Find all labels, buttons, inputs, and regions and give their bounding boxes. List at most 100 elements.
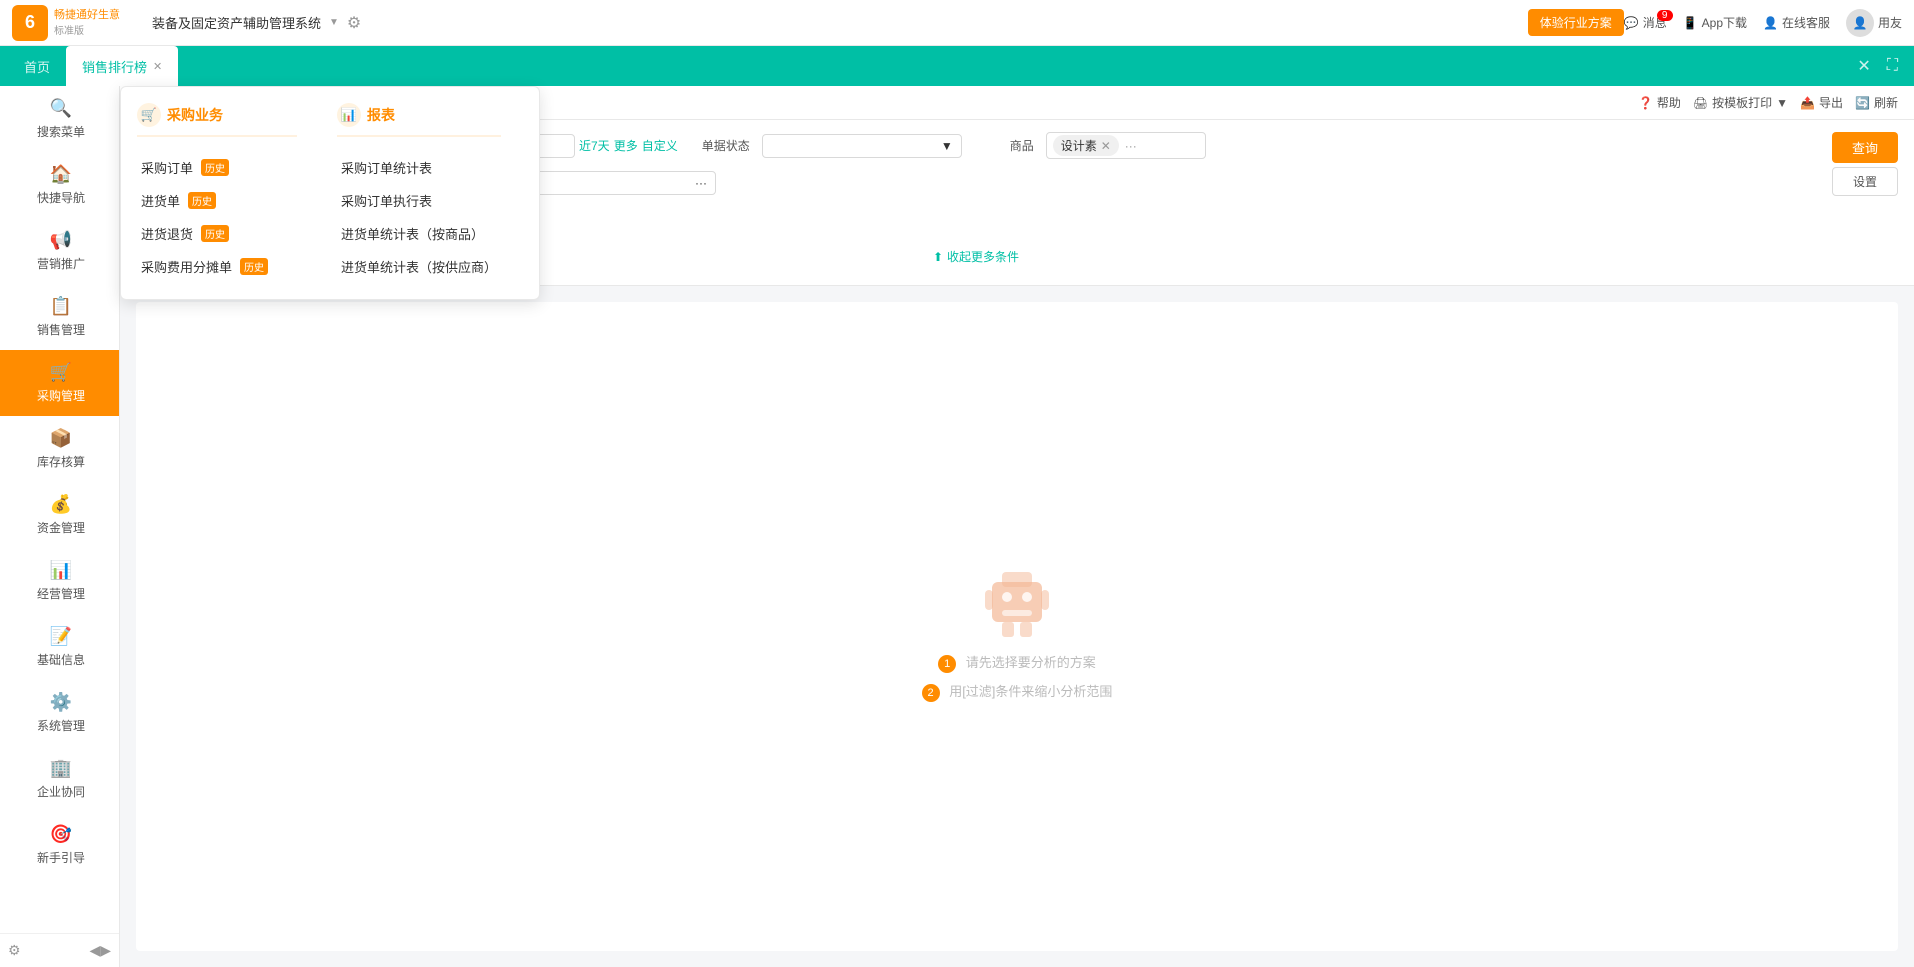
menu-item-return[interactable]: 进货退货 历史 bbox=[137, 217, 297, 250]
menu-item-purchase-order[interactable]: 采购订单 历史 bbox=[137, 151, 297, 184]
industry-button[interactable]: 体验行业方案 bbox=[1528, 9, 1624, 36]
sidebar-label-finance: 资金管理 bbox=[37, 519, 85, 536]
finance-icon: 💰 bbox=[50, 494, 72, 515]
sidebar-label-purchase: 采购管理 bbox=[37, 387, 85, 404]
tab-sales-ranking-label: 销售排行榜 bbox=[82, 57, 147, 76]
sidebar-item-purchase[interactable]: 🛒 采购管理 bbox=[0, 350, 119, 416]
window-minimize-btn[interactable]: ✕ bbox=[1849, 56, 1878, 76]
sidebar-item-search[interactable]: 🔍 搜索菜单 bbox=[0, 86, 119, 152]
nav-tabs: 首页 销售排行榜 ✕ ✕ ⛶ bbox=[0, 46, 1914, 86]
logo-icon: 6 bbox=[12, 5, 48, 41]
marketing-icon: 📢 bbox=[50, 230, 72, 251]
menu-item-incoming-by-goods[interactable]: 进货单统计表（按商品） bbox=[337, 217, 501, 250]
system-name: 装备及固定资产辅助管理系统 bbox=[152, 13, 321, 32]
inventory-icon: 📦 bbox=[50, 428, 72, 449]
system-title: 装备及固定资产辅助管理系统 ▼ ⚙ bbox=[132, 13, 1528, 33]
logo-sub: 标准版 bbox=[54, 22, 120, 37]
basic-icon: 📝 bbox=[50, 626, 72, 647]
top-right-actions: 💬 消息 9 📱 App下载 👤 在线客服 👤 用友 bbox=[1624, 9, 1902, 37]
help-icon: ❓ bbox=[1638, 96, 1653, 110]
goods-filter: 设计素 ✕ ··· bbox=[1046, 132, 1206, 159]
tab-home[interactable]: 首页 bbox=[8, 46, 66, 86]
notification-action[interactable]: 💬 消息 9 bbox=[1624, 14, 1667, 31]
purchase-icon: 🛒 bbox=[50, 362, 72, 383]
mobile-icon: 📱 bbox=[1683, 16, 1698, 30]
sidebar-label-inventory: 库存核算 bbox=[37, 453, 85, 470]
goods-ellipsis[interactable]: ··· bbox=[1125, 139, 1137, 153]
top-bar: 6 畅捷通好生意 标准版 装备及固定资产辅助管理系统 ▼ ⚙ 体验行业方案 💬 … bbox=[0, 0, 1914, 46]
print-btn[interactable]: 🖨 按模板打印 ▼ bbox=[1693, 94, 1788, 111]
empty-tip-2: 2 用[过滤]条件来缩小分析范围 bbox=[922, 681, 1113, 702]
action-buttons: 查询 设置 bbox=[1832, 132, 1898, 196]
preset-7days[interactable]: 近7天 bbox=[579, 137, 610, 154]
goods-tag-close[interactable]: ✕ bbox=[1101, 139, 1111, 153]
sidebar-item-basic[interactable]: 📝 基础信息 bbox=[0, 614, 119, 680]
hist-badge-1: 历史 bbox=[188, 192, 216, 209]
app-download-action[interactable]: 📱 App下载 bbox=[1683, 14, 1747, 31]
purchase-report-section: 📊 报表 采购订单统计表 采购订单执行表 进货单统计表（按商品） 进货单统计表（… bbox=[337, 103, 501, 283]
sidebar-item-finance[interactable]: 💰 资金管理 bbox=[0, 482, 119, 548]
purchase-report-title: 📊 报表 bbox=[337, 103, 501, 137]
hist-badge-0: 历史 bbox=[201, 159, 229, 176]
online-service-action[interactable]: 👤 在线客服 bbox=[1763, 14, 1830, 31]
sidebar-label-guide: 新手引导 bbox=[37, 849, 85, 866]
user-action[interactable]: 👤 用友 bbox=[1846, 9, 1902, 37]
purchase-business-icon: 🛒 bbox=[137, 103, 161, 127]
tab-sales-ranking[interactable]: 销售排行榜 ✕ bbox=[66, 46, 178, 86]
sidebar-item-quicknav[interactable]: 🏠 快捷导航 bbox=[0, 152, 119, 218]
sales-icon: 📋 bbox=[50, 296, 72, 317]
sidebar-collapse-btn[interactable]: ◀▶ bbox=[89, 942, 111, 959]
notification-badge: 9 bbox=[1657, 10, 1673, 21]
sidebar-settings-btn[interactable]: ⚙ bbox=[8, 942, 21, 959]
query-button[interactable]: 查询 bbox=[1832, 132, 1898, 163]
sidebar-item-system[interactable]: ⚙️ 系统管理 bbox=[0, 680, 119, 746]
menu-item-incoming-by-supplier[interactable]: 进货单统计表（按供应商） bbox=[337, 250, 501, 283]
print-icon: 🖨 bbox=[1693, 96, 1708, 110]
preset-custom[interactable]: 自定义 bbox=[642, 137, 678, 154]
goods-tag: 设计素 ✕ bbox=[1053, 135, 1119, 156]
sidebar-item-operation[interactable]: 📊 经营管理 bbox=[0, 548, 119, 614]
sidebar-item-inventory[interactable]: 📦 库存核算 bbox=[0, 416, 119, 482]
menu-item-incoming[interactable]: 进货单 历史 bbox=[137, 184, 297, 217]
purchase-business-title: 🛒 采购业务 bbox=[137, 103, 297, 137]
hist-badge-2: 历史 bbox=[201, 225, 229, 242]
refresh-btn[interactable]: 🔄 刷新 bbox=[1855, 94, 1898, 111]
sidebar-item-marketing[interactable]: 📢 营销推广 bbox=[0, 218, 119, 284]
preset-more[interactable]: 更多 bbox=[614, 137, 638, 154]
search-icon: 🔍 bbox=[50, 98, 72, 119]
voucher-status-select[interactable]: ▼ bbox=[762, 134, 962, 158]
logo-text: 畅捷通好生意 bbox=[54, 8, 120, 22]
guide-icon: 🎯 bbox=[50, 824, 72, 845]
voucher-status-label: 单据状态 bbox=[690, 137, 750, 154]
tab-close-icon[interactable]: ✕ bbox=[153, 60, 162, 73]
refresh-icon: 🔄 bbox=[1855, 96, 1870, 110]
sidebar-item-enterprise[interactable]: 🏢 企业协同 bbox=[0, 746, 119, 812]
menu-item-order-stat[interactable]: 采购订单统计表 bbox=[337, 151, 501, 184]
hist-badge-3: 历史 bbox=[240, 258, 268, 275]
notification-icon: 💬 bbox=[1624, 16, 1639, 30]
goods-label: 商品 bbox=[974, 137, 1034, 154]
filter-settings-button[interactable]: 设置 bbox=[1832, 167, 1898, 196]
home-icon: 🏠 bbox=[50, 164, 72, 185]
system-dropdown-btn[interactable]: ▼ bbox=[329, 17, 339, 28]
sidebar-label-search: 搜索菜单 bbox=[37, 123, 85, 140]
service-icon: 👤 bbox=[1763, 16, 1778, 30]
empty-illustration bbox=[967, 552, 1067, 652]
export-btn[interactable]: 📤 导出 bbox=[1800, 94, 1843, 111]
salesperson-select[interactable]: ··· bbox=[516, 171, 716, 195]
print-dropdown-icon: ▼ bbox=[1776, 96, 1788, 110]
operation-icon: 📊 bbox=[50, 560, 72, 581]
sidebar-item-guide[interactable]: 🎯 新手引导 bbox=[0, 812, 119, 878]
sidebar-item-sales[interactable]: 📋 销售管理 bbox=[0, 284, 119, 350]
system-settings-btn[interactable]: ⚙ bbox=[347, 13, 361, 33]
empty-state: 1 请先选择要分析的方案 2 用[过滤]条件来缩小分析范围 bbox=[136, 302, 1898, 951]
purchase-report-icon: 📊 bbox=[337, 103, 361, 127]
system-icon: ⚙️ bbox=[50, 692, 72, 713]
menu-item-order-exec[interactable]: 采购订单执行表 bbox=[337, 184, 501, 217]
help-btn[interactable]: ❓ 帮助 bbox=[1638, 94, 1681, 111]
window-maximize-btn[interactable]: ⛶ bbox=[1879, 57, 1906, 75]
sidebar-bottom: ⚙ ◀▶ bbox=[0, 933, 119, 967]
sidebar: 🔍 搜索菜单 🏠 快捷导航 📢 营销推广 📋 销售管理 🛒 采购管理 📦 库存核… bbox=[0, 86, 120, 967]
menu-item-expense[interactable]: 采购费用分摊单 历史 bbox=[137, 250, 297, 283]
enterprise-icon: 🏢 bbox=[50, 758, 72, 779]
